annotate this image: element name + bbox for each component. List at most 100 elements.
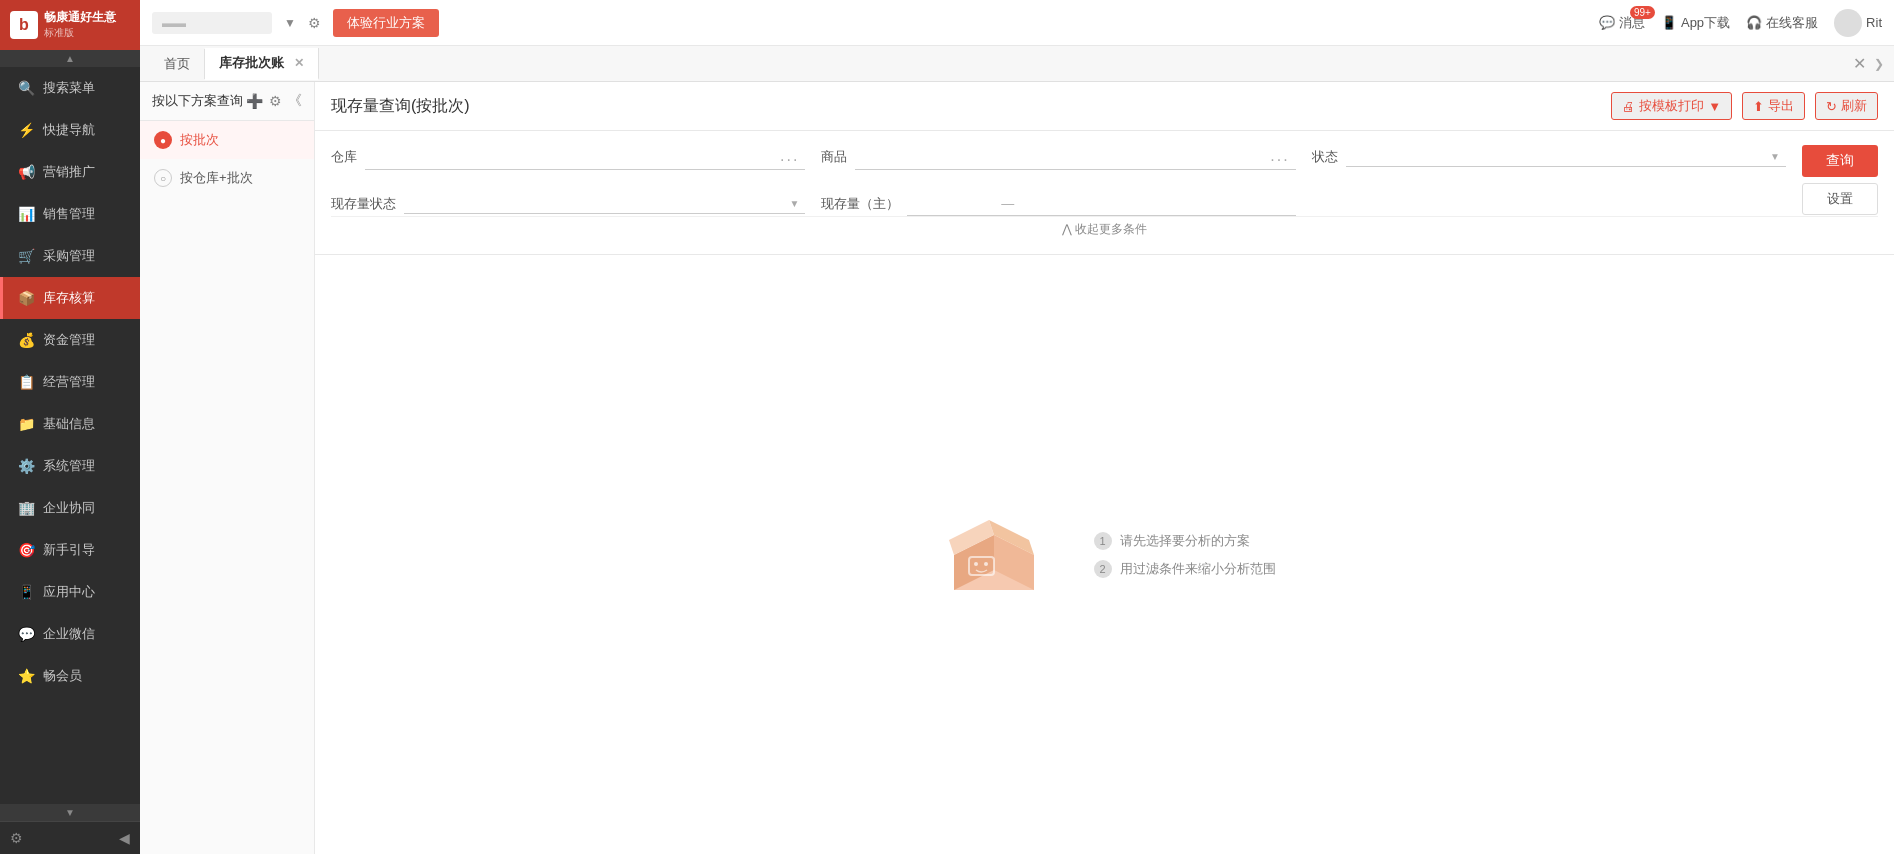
topbar-gear-icon[interactable]: ⚙ [308, 15, 321, 31]
status-chevron-icon: ▼ [1770, 151, 1780, 162]
sidebar-item-member[interactable]: ⭐ 畅会员 [0, 655, 140, 697]
topbar-actions: 💬 消息 99+ 📱 App下载 🎧 在线客服 Rit [1599, 9, 1882, 37]
sidebar-item-search[interactable]: 🔍 搜索菜单 [0, 67, 140, 109]
sidebar-item-operation[interactable]: 📋 经营管理 [0, 361, 140, 403]
svg-point-6 [974, 562, 978, 566]
topbar-dropdown-icon[interactable]: ▼ [284, 16, 296, 30]
product-input[interactable]: ... [855, 143, 1295, 170]
right-panel: 现存量查询(按批次) 🖨 按模板打印 ▼ ⬆ 导出 ↻ 刷新 [315, 82, 1894, 854]
tab-home[interactable]: 首页 [150, 49, 205, 79]
filter-inventory-status: 现存量状态 ▼ [331, 194, 805, 214]
purchase-icon: 🛒 [17, 248, 35, 264]
footer-settings-icon[interactable]: ⚙ [10, 830, 23, 846]
username-label: Rit [1866, 15, 1882, 30]
headset-icon: 🎧 [1746, 15, 1762, 30]
inventory-qty-max[interactable] [1022, 196, 1102, 211]
sidebar-item-appcenter[interactable]: 📱 应用中心 [0, 571, 140, 613]
template-print-button[interactable]: 🖨 按模板打印 ▼ [1611, 92, 1732, 120]
scheme-dot-active: ● [154, 131, 172, 149]
footer-collapse-icon[interactable]: ◀ [119, 830, 130, 846]
online-service-label: 在线客服 [1766, 14, 1818, 32]
sidebar-item-wechat[interactable]: 💬 企业微信 [0, 613, 140, 655]
query-button[interactable]: 查询 [1802, 145, 1878, 177]
app-logo: b [10, 11, 38, 39]
sidebar-item-basic[interactable]: 📁 基础信息 [0, 403, 140, 445]
export-button[interactable]: ⬆ 导出 [1742, 92, 1805, 120]
sidebar-item-sales[interactable]: 📊 销售管理 [0, 193, 140, 235]
enterprise-icon: 🏢 [17, 500, 35, 516]
left-panel-header: 按以下方案查询 ➕ ⚙ 《 [140, 82, 314, 121]
edition-label: 标准版 [44, 26, 130, 40]
sidebar-item-newbie[interactable]: 🎯 新手引导 [0, 529, 140, 571]
sidebar-item-label: 应用中心 [43, 583, 95, 601]
sidebar-item-label: 销售管理 [43, 205, 95, 223]
experience-button[interactable]: 体验行业方案 [333, 9, 439, 37]
finance-icon: 💰 [17, 332, 35, 348]
inventory-qty-min[interactable] [913, 196, 993, 211]
collapse-panel-button[interactable]: 《 [288, 92, 302, 110]
sidebar-item-marketing[interactable]: 📢 营销推广 [0, 151, 140, 193]
print-chevron-icon: ▼ [1708, 99, 1721, 114]
sidebar-item-label: 畅会员 [43, 667, 82, 685]
scheme-settings-icon[interactable]: ⚙ [269, 93, 282, 109]
sidebar-item-label: 企业协同 [43, 499, 95, 517]
sidebar-item-finance[interactable]: 💰 资金管理 [0, 319, 140, 361]
panel-collapse-button[interactable]: ❯ [1874, 57, 1884, 71]
online-service-button[interactable]: 🎧 在线客服 [1746, 14, 1818, 32]
sidebar-item-quicknav[interactable]: ⚡ 快捷导航 [0, 109, 140, 151]
collapse-up-icon: ⋀ [1062, 222, 1075, 236]
warehouse-input[interactable]: ... [365, 143, 805, 170]
messages-button[interactable]: 💬 消息 99+ [1599, 14, 1645, 32]
scroll-down-button[interactable]: ▼ [0, 804, 140, 821]
sidebar-title-block: 畅康通好生意 标准版 [44, 10, 130, 40]
tab-inventory-batch[interactable]: 库存批次账 ✕ [205, 48, 319, 80]
sidebar-item-label: 搜索菜单 [43, 79, 95, 97]
inventory-status-select[interactable]: ▼ [404, 194, 805, 214]
sidebar-item-enterprise[interactable]: 🏢 企业协同 [0, 487, 140, 529]
tab-close-icon[interactable]: ✕ [294, 56, 304, 70]
sidebar-item-label: 新手引导 [43, 541, 95, 559]
filter-row-2: 现存量状态 ▼ 现存量（主） — [331, 192, 1786, 216]
app-download-button[interactable]: 📱 App下载 [1661, 14, 1730, 32]
avatar [1834, 9, 1862, 37]
add-scheme-button[interactable]: ➕ [246, 93, 263, 109]
panel-close-button[interactable]: ✕ [1845, 54, 1874, 73]
sidebar-item-purchase[interactable]: 🛒 采购管理 [0, 235, 140, 277]
topbar-search-box[interactable]: ▬▬ [152, 12, 272, 34]
filter-status: 状态 ▼ [1312, 147, 1786, 167]
scheme-item-batch[interactable]: ● 按批次 [140, 121, 314, 159]
scheme-item-warehouse-batch[interactable]: ○ 按仓库+批次 [140, 159, 314, 197]
inventory-status-label: 现存量状态 [331, 195, 396, 213]
marketing-icon: 📢 [17, 164, 35, 180]
page-title-bar: 现存量查询(按批次) 🖨 按模板打印 ▼ ⬆ 导出 ↻ 刷新 [315, 82, 1894, 131]
sidebar-item-system[interactable]: ⚙️ 系统管理 [0, 445, 140, 487]
sidebar-item-inventory[interactable]: 📦 库存核算 [0, 277, 140, 319]
refresh-icon: ↻ [1826, 99, 1837, 114]
status-select[interactable]: ▼ [1346, 147, 1786, 167]
tabbar: 首页 库存批次账 ✕ ✕ ❯ [140, 46, 1894, 82]
company-name: 畅康通好生意 [44, 10, 130, 26]
warehouse-label: 仓库 [331, 148, 357, 166]
empty-tip-2: 2 用过滤条件来缩小分析范围 [1094, 560, 1276, 578]
left-panel-actions: ➕ ⚙ 《 [246, 92, 302, 110]
topbar: ▬▬ ▼ ⚙ 体验行业方案 💬 消息 99+ 📱 App下载 🎧 在线客服 Ri… [140, 0, 1894, 46]
product-label: 商品 [821, 148, 847, 166]
main-area: ▬▬ ▼ ⚙ 体验行业方案 💬 消息 99+ 📱 App下载 🎧 在线客服 Ri… [140, 0, 1894, 854]
product-dots[interactable]: ... [1270, 147, 1289, 165]
export-icon: ⬆ [1753, 99, 1764, 114]
quicknav-icon: ⚡ [17, 122, 35, 138]
filter-settings-button[interactable]: 设置 [1802, 183, 1878, 215]
collapse-more-button[interactable]: ⋀ 收起更多条件 [331, 216, 1878, 242]
inventory-status-chevron-icon: ▼ [789, 198, 799, 209]
printer-icon: 🖨 [1622, 99, 1635, 114]
empty-tips: 1 请先选择要分析的方案 2 用过滤条件来缩小分析范围 [1094, 532, 1276, 578]
warehouse-dots[interactable]: ... [780, 147, 799, 165]
scroll-up-button[interactable]: ▲ [0, 50, 140, 67]
filter-area: 仓库 ... 商品 ... [315, 131, 1894, 255]
refresh-button[interactable]: ↻ 刷新 [1815, 92, 1878, 120]
user-profile-button[interactable]: Rit [1834, 9, 1882, 37]
newbie-icon: 🎯 [17, 542, 35, 558]
filter-row-1: 仓库 ... 商品 ... [331, 143, 1786, 170]
operation-icon: 📋 [17, 374, 35, 390]
left-panel-title: 按以下方案查询 [152, 92, 243, 110]
